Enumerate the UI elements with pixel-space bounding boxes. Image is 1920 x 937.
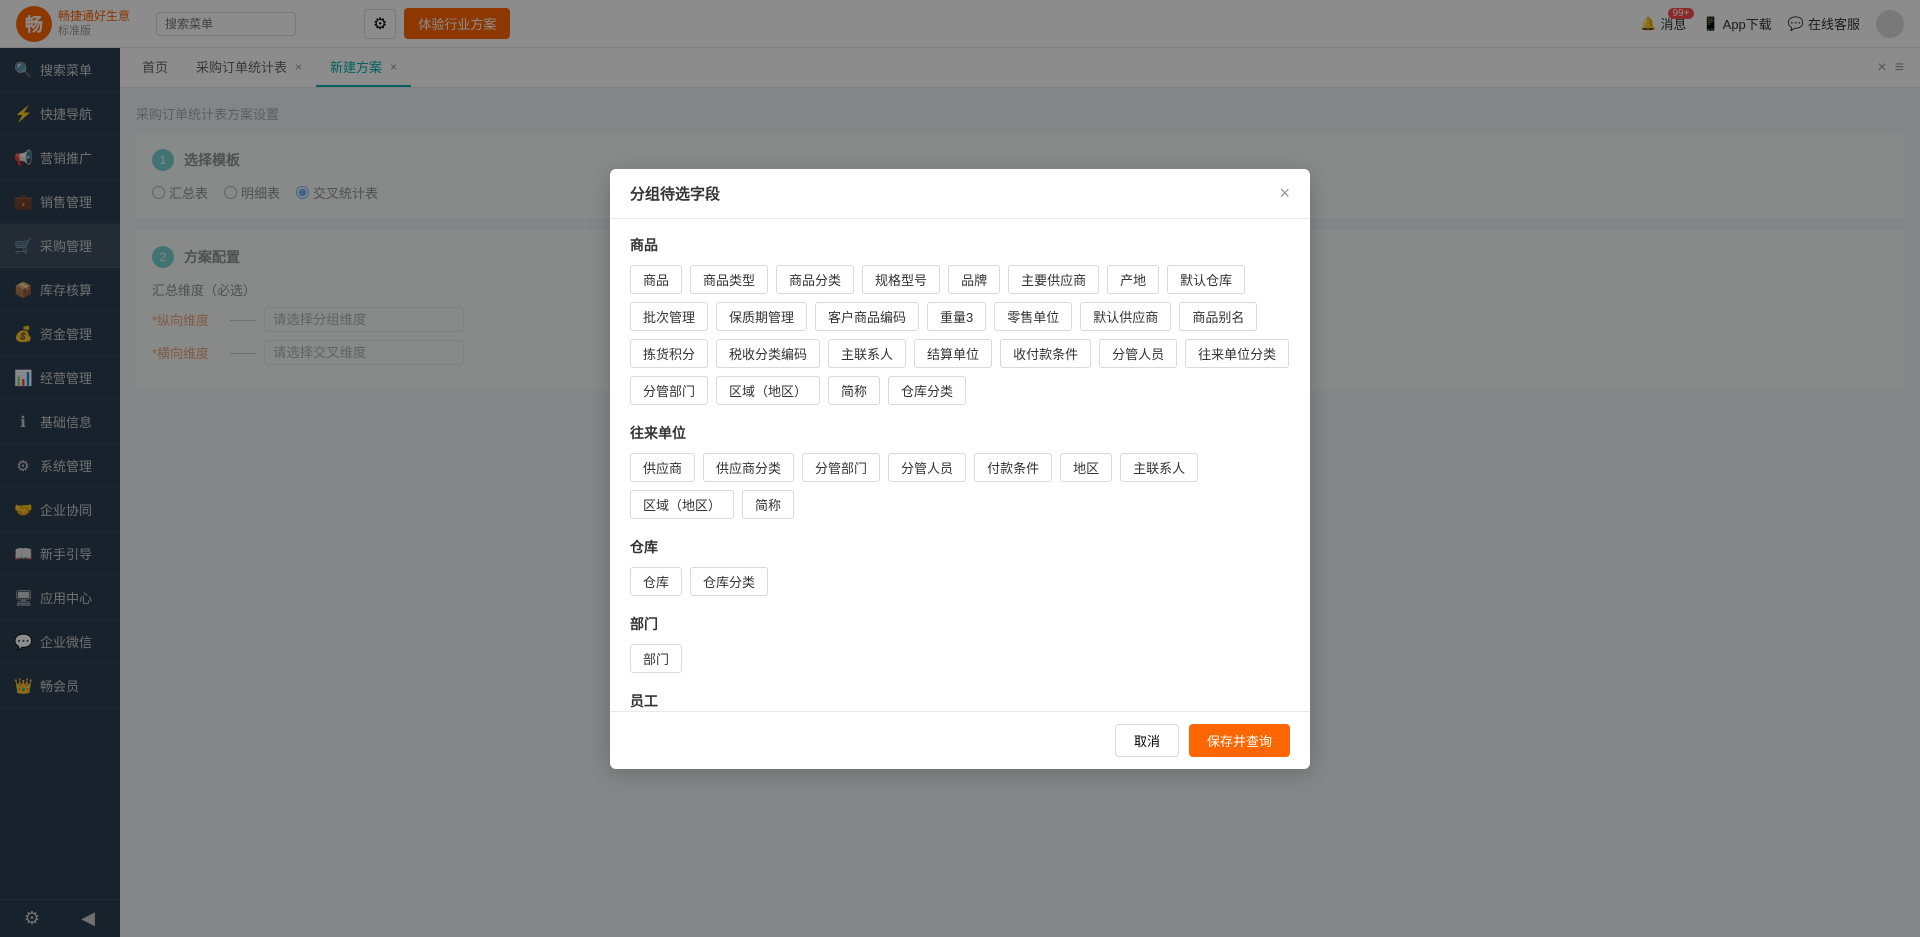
cancel-btn[interactable]: 取消 [1115,724,1179,757]
modal-title: 分组待选字段 [630,183,720,204]
tag-managed-person[interactable]: 分管人员 [888,453,966,482]
tag-warehouse-category[interactable]: 仓库分类 [690,567,768,596]
section-partner-title: 往来单位 [630,423,1290,443]
tag-payment-terms[interactable]: 收付款条件 [1000,339,1091,368]
tag-product[interactable]: 商品 [630,265,682,294]
tag-dept[interactable]: 分管部门 [630,376,708,405]
section-employee: 员工 业务员 [630,691,1290,711]
tag-supplier[interactable]: 供应商 [630,453,695,482]
section-warehouse: 仓库 仓库 仓库分类 [630,537,1290,596]
section-warehouse-title: 仓库 [630,537,1290,557]
section-partner: 往来单位 供应商 供应商分类 分管部门 分管人员 付款条件 地区 主联系人 区域… [630,423,1290,519]
section-product: 商品 商品 商品类型 商品分类 规格型号 品牌 主要供应商 产地 默认仓库 批次… [630,235,1290,405]
tag-default-supplier[interactable]: 默认供应商 [1080,302,1171,331]
tag-department[interactable]: 部门 [630,644,682,673]
tag-product-alias[interactable]: 商品别名 [1179,302,1257,331]
tag-batch-mgmt[interactable]: 批次管理 [630,302,708,331]
tag-default-warehouse[interactable]: 默认仓库 [1167,265,1245,294]
tag-main-supplier[interactable]: 主要供应商 [1008,265,1099,294]
tag-retail-unit[interactable]: 零售单位 [994,302,1072,331]
tag-settlement-unit[interactable]: 结算单位 [914,339,992,368]
modal: 分组待选字段 × 商品 商品 商品类型 商品分类 规格型号 品牌 主要供应商 产… [610,169,1310,769]
confirm-btn[interactable]: 保存并查询 [1189,724,1290,757]
tag-region[interactable]: 区域（地区） [716,376,820,405]
modal-body: 商品 商品 商品类型 商品分类 规格型号 品牌 主要供应商 产地 默认仓库 批次… [610,219,1310,711]
tag-product-category[interactable]: 商品分类 [776,265,854,294]
product-tags: 商品 商品类型 商品分类 规格型号 品牌 主要供应商 产地 默认仓库 批次管理 … [630,265,1290,405]
tag-pick-points[interactable]: 拣货积分 [630,339,708,368]
tag-shelf-life[interactable]: 保质期管理 [716,302,807,331]
tag-supplier-cat[interactable]: 供应商分类 [703,453,794,482]
modal-header: 分组待选字段 × [610,169,1310,219]
tag-product-type[interactable]: 商品类型 [690,265,768,294]
tag-weight3[interactable]: 重量3 [927,302,986,331]
modal-close-btn[interactable]: × [1279,183,1290,204]
section-department: 部门 部门 [630,614,1290,673]
tag-partner-category[interactable]: 往来单位分类 [1185,339,1289,368]
tag-short-name2[interactable]: 简称 [742,490,794,519]
tag-warehouse-cat[interactable]: 仓库分类 [888,376,966,405]
tag-tax-code[interactable]: 税收分类编码 [716,339,820,368]
section-department-title: 部门 [630,614,1290,634]
tag-warehouse[interactable]: 仓库 [630,567,682,596]
tag-area[interactable]: 地区 [1060,453,1112,482]
tag-pay-terms[interactable]: 付款条件 [974,453,1052,482]
tag-main-contact2[interactable]: 主联系人 [1120,453,1198,482]
modal-overlay: 分组待选字段 × 商品 商品 商品类型 商品分类 规格型号 品牌 主要供应商 产… [0,0,1920,937]
tag-cust-product-code[interactable]: 客户商品编码 [815,302,919,331]
partner-tags: 供应商 供应商分类 分管部门 分管人员 付款条件 地区 主联系人 区域（地区） … [630,453,1290,519]
tag-region2[interactable]: 区域（地区） [630,490,734,519]
tag-short-name[interactable]: 简称 [828,376,880,405]
tag-managed-dept[interactable]: 分管部门 [802,453,880,482]
section-employee-title: 员工 [630,691,1290,711]
warehouse-tags: 仓库 仓库分类 [630,567,1290,596]
tag-brand[interactable]: 品牌 [948,265,1000,294]
tag-origin[interactable]: 产地 [1107,265,1159,294]
tag-spec-model[interactable]: 规格型号 [862,265,940,294]
tag-manager[interactable]: 分管人员 [1099,339,1177,368]
tag-main-contact[interactable]: 主联系人 [828,339,906,368]
section-product-title: 商品 [630,235,1290,255]
modal-footer: 取消 保存并查询 [610,711,1310,769]
department-tags: 部门 [630,644,1290,673]
